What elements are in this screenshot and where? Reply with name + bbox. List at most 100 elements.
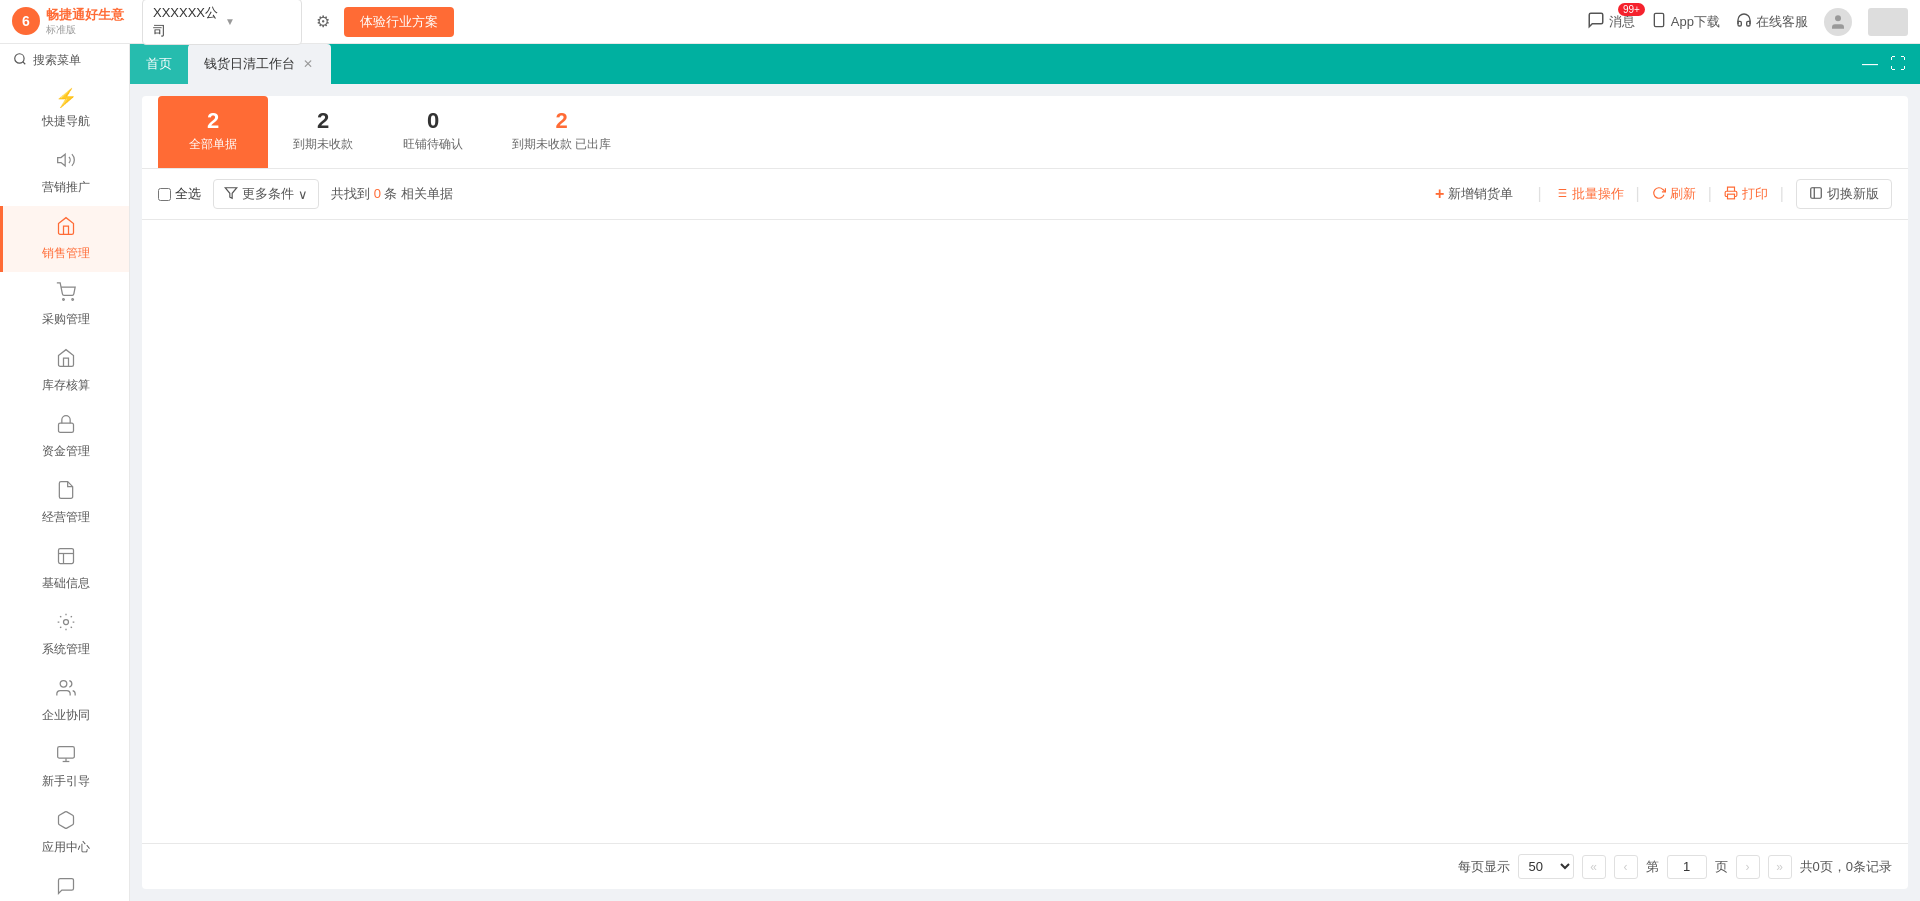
batch-ops-label: 批量操作 <box>1572 185 1624 203</box>
online-service-button[interactable]: 在线客服 <box>1736 12 1808 31</box>
prev-page-button[interactable]: ‹ <box>1614 855 1638 879</box>
sidebar-item-finance[interactable]: 资金管理 <box>0 404 129 470</box>
main-layout: 搜索菜单 ⚡ 快捷导航 营销推广 销售管理 采购管理 <box>0 44 1920 901</box>
marketing-icon <box>56 150 76 175</box>
filter-button[interactable]: 更多条件 ∨ <box>213 179 319 209</box>
stats-tabs: 2 全部单据 2 到期未收款 0 旺铺待确认 2 到期未收款 已出库 <box>142 96 1908 169</box>
tab-close-icon[interactable]: ✕ <box>301 57 315 71</box>
online-service-label: 在线客服 <box>1756 13 1808 31</box>
company-selector[interactable]: XXXXXX公司 ▼ <box>142 0 302 45</box>
select-all-label: 全选 <box>175 185 201 203</box>
print-label: 打印 <box>1742 185 1768 203</box>
total-info: 共0页，0条记录 <box>1800 858 1892 876</box>
sidebar: 搜索菜单 ⚡ 快捷导航 营销推广 销售管理 采购管理 <box>0 44 130 901</box>
search-menu-item[interactable]: 搜索菜单 <box>0 44 129 77</box>
tab-home[interactable]: 首页 <box>130 44 188 84</box>
logo-area: 6 畅捷通好生意 标准版 <box>12 7 142 37</box>
sidebar-item-app-center[interactable]: 应用中心 <box>0 800 129 866</box>
operation-label: 经营管理 <box>42 509 90 526</box>
cooperation-icon <box>56 678 76 703</box>
toolbar: 全选 更多条件 ∨ 共找到 0 条 相关单据 <box>142 169 1908 220</box>
tab-bar: 首页 钱货日清工作台 ✕ — ⛶ <box>130 44 1920 84</box>
app-download-button[interactable]: App下载 <box>1651 12 1720 31</box>
stat-tab-overdue-shipped[interactable]: 2 到期未收款 已出库 <box>488 96 635 168</box>
sidebar-item-quick-nav[interactable]: ⚡ 快捷导航 <box>0 77 129 140</box>
avatar[interactable] <box>1824 8 1852 36</box>
switch-version-label: 切换新版 <box>1827 185 1879 203</box>
app-download-label: App下载 <box>1671 13 1720 31</box>
stat-all-count: 2 <box>207 108 219 134</box>
tab-bar-actions: — ⛶ <box>1856 51 1920 77</box>
select-all-checkbox[interactable]: 全选 <box>158 185 201 203</box>
guide-label: 新手引导 <box>42 773 90 790</box>
sidebar-item-operation[interactable]: 经营管理 <box>0 470 129 536</box>
inventory-icon <box>56 348 76 373</box>
batch-ops-button[interactable]: 批量操作 <box>1554 185 1624 203</box>
divider-4: | <box>1780 185 1784 203</box>
sidebar-item-inventory[interactable]: 库存核算 <box>0 338 129 404</box>
per-page-select[interactable]: 50 100 200 <box>1518 854 1574 879</box>
message-button[interactable]: 消息 99+ <box>1587 11 1635 32</box>
stat-tab-overdue[interactable]: 2 到期未收款 <box>268 96 378 168</box>
switch-version-button[interactable]: 切换新版 <box>1796 179 1892 209</box>
divider-3: | <box>1708 185 1712 203</box>
svg-line-4 <box>23 62 26 65</box>
filter-icon <box>224 186 238 203</box>
refresh-icon <box>1652 186 1666 203</box>
svg-point-2 <box>1835 15 1841 21</box>
sidebar-item-enterprise-wechat[interactable]: 企业微信 <box>0 866 129 901</box>
page-number-input[interactable] <box>1667 855 1707 879</box>
sidebar-item-purchase[interactable]: 采购管理 <box>0 272 129 338</box>
content-area: 首页 钱货日清工作台 ✕ — ⛶ 2 全部单据 <box>130 44 1920 901</box>
trial-button[interactable]: 体验行业方案 <box>344 7 454 37</box>
print-icon <box>1724 186 1738 203</box>
sidebar-item-sales[interactable]: 销售管理 <box>0 206 129 272</box>
app-center-icon <box>56 810 76 835</box>
per-page-label: 每页显示 <box>1458 858 1510 876</box>
system-label: 系统管理 <box>42 641 90 658</box>
settings-icon[interactable]: ⚙ <box>308 7 338 37</box>
stat-overdue-label: 到期未收款 <box>293 136 353 153</box>
tab-cash-daily[interactable]: 钱货日清工作台 ✕ <box>188 44 331 84</box>
tab-minimize-button[interactable]: — <box>1856 51 1884 77</box>
sidebar-item-cooperation[interactable]: 企业协同 <box>0 668 129 734</box>
sidebar-item-guide[interactable]: 新手引导 <box>0 734 129 800</box>
message-badge: 99+ <box>1618 3 1645 16</box>
sidebar-item-system[interactable]: 系统管理 <box>0 602 129 668</box>
svg-rect-0 <box>1654 13 1663 26</box>
basic-info-icon <box>56 546 76 571</box>
last-page-button[interactable]: » <box>1768 855 1792 879</box>
svg-rect-14 <box>58 747 75 759</box>
refresh-button[interactable]: 刷新 <box>1652 185 1696 203</box>
finance-icon <box>56 414 76 439</box>
first-page-button[interactable]: « <box>1582 855 1606 879</box>
sidebar-item-basic-info[interactable]: 基础信息 <box>0 536 129 602</box>
stat-all-label: 全部单据 <box>189 136 237 153</box>
svg-point-6 <box>63 299 65 301</box>
add-bill-label: 新增销货单 <box>1448 185 1513 203</box>
switch-version-icon <box>1809 186 1823 203</box>
stat-tab-wangpu[interactable]: 0 旺铺待确认 <box>378 96 488 168</box>
app-center-label: 应用中心 <box>42 839 90 856</box>
svg-rect-25 <box>1811 188 1822 199</box>
message-icon <box>1587 11 1605 32</box>
page-prefix-label: 第 <box>1646 858 1659 876</box>
operation-icon <box>56 480 76 505</box>
print-button[interactable]: 打印 <box>1724 185 1768 203</box>
purchase-icon <box>56 282 76 307</box>
tab-maximize-button[interactable]: ⛶ <box>1884 51 1912 77</box>
next-page-button[interactable]: › <box>1736 855 1760 879</box>
stat-wangpu-label: 旺铺待确认 <box>403 136 463 153</box>
purchase-label: 采购管理 <box>42 311 90 328</box>
inventory-label: 库存核算 <box>42 377 90 394</box>
sidebar-item-marketing[interactable]: 营销推广 <box>0 140 129 206</box>
inner-content: 2 全部单据 2 到期未收款 0 旺铺待确认 2 到期未收款 已出库 <box>142 96 1908 889</box>
svg-point-13 <box>60 681 67 688</box>
add-bill-button[interactable]: + 新增销货单 <box>1423 180 1525 208</box>
stat-overdue-shipped-label: 到期未收款 已出库 <box>512 136 611 153</box>
select-all-input[interactable] <box>158 188 171 201</box>
marketing-label: 营销推广 <box>42 179 90 196</box>
stat-tab-all[interactable]: 2 全部单据 <box>158 96 268 168</box>
finance-label: 资金管理 <box>42 443 90 460</box>
svg-rect-8 <box>59 423 74 432</box>
